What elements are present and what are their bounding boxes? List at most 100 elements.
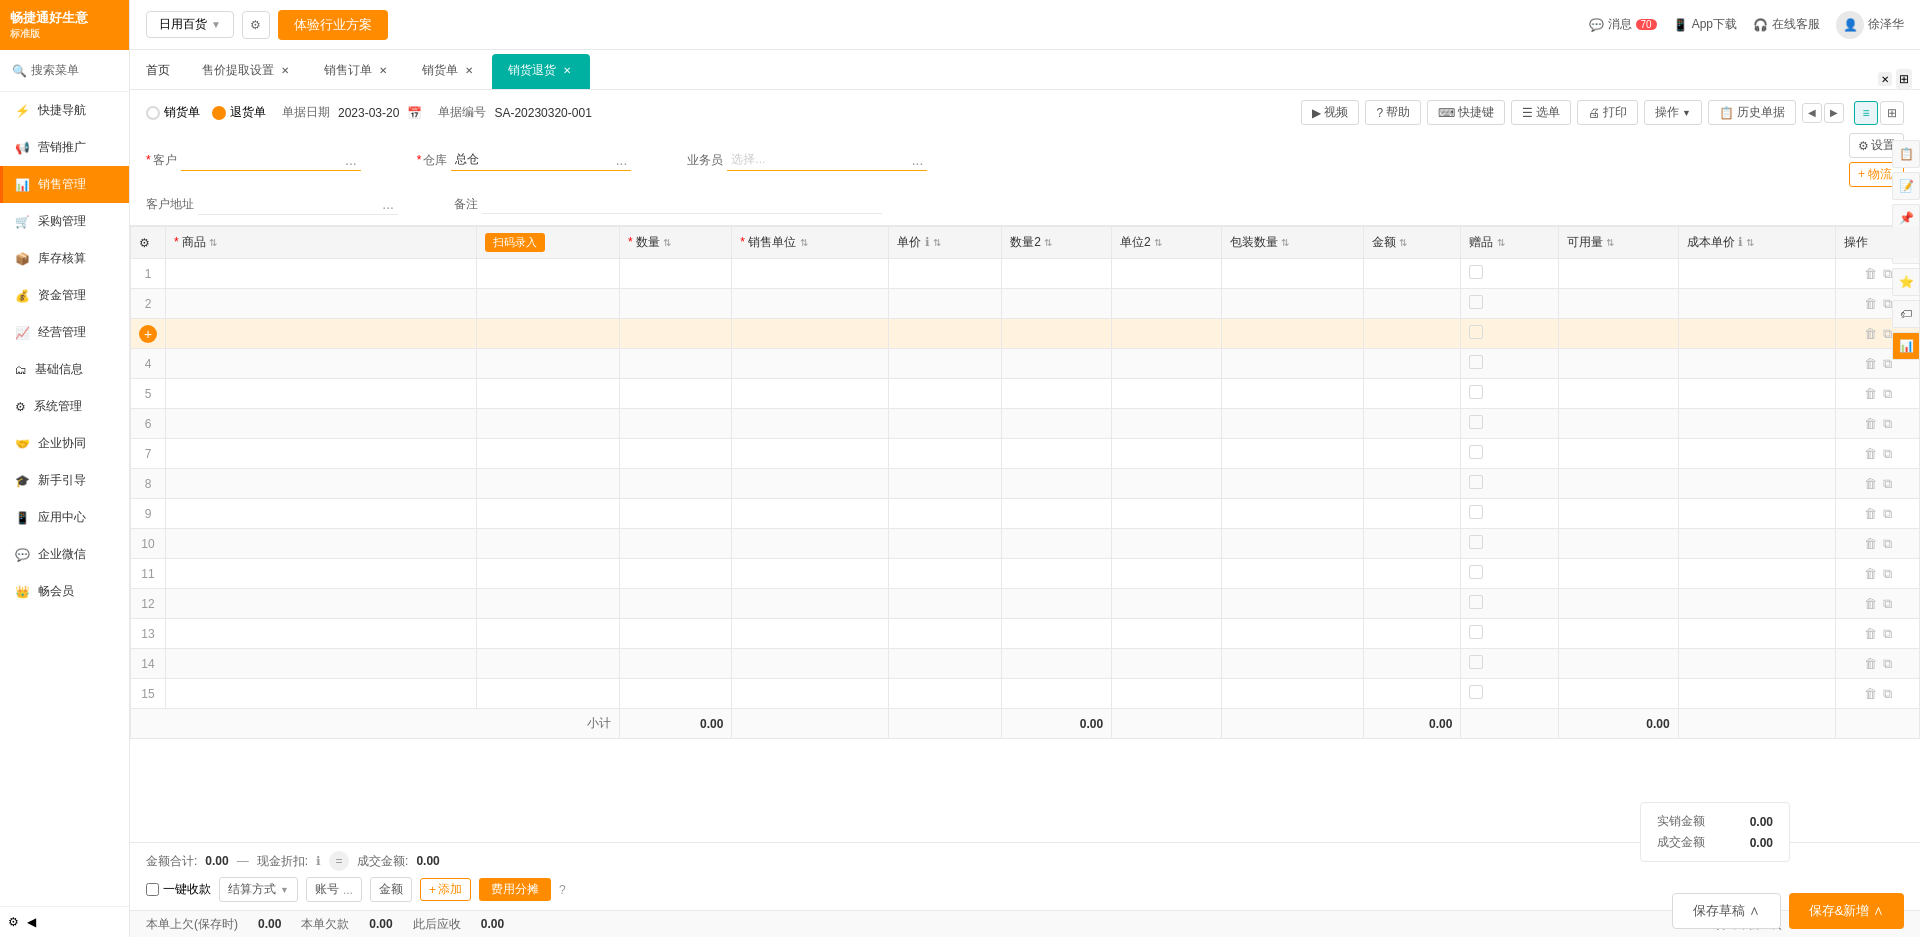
gift-checkbox[interactable] <box>1469 505 1483 519</box>
sales-unit-cell[interactable] <box>732 259 889 289</box>
radio-delivery[interactable]: 销货单 <box>146 104 200 121</box>
gift-checkbox[interactable] <box>1469 685 1483 699</box>
gift-checkbox[interactable] <box>1469 655 1483 669</box>
delete-row-icon[interactable]: 🗑 <box>1864 686 1877 702</box>
sidebar-item-enterprise[interactable]: 🤝 企业协同 <box>0 425 129 462</box>
gift-checkbox[interactable] <box>1469 535 1483 549</box>
grid-view-button[interactable]: ⊞ <box>1880 101 1904 125</box>
sort-amount-icon[interactable]: ⇅ <box>1399 237 1407 248</box>
app-download-group[interactable]: 📱 App下载 <box>1673 16 1737 33</box>
delete-row-icon[interactable]: 🗑 <box>1864 416 1877 432</box>
copy-row-icon[interactable]: ⧉ <box>1883 386 1892 402</box>
cost-price-info-icon[interactable]: ℹ <box>1738 235 1743 249</box>
rt-icon-1[interactable]: 📋 <box>1892 140 1920 168</box>
customer-address-input[interactable]: ... <box>198 193 398 215</box>
copy-row-icon[interactable]: ⧉ <box>1883 596 1892 612</box>
tab-area-close-button[interactable]: ✕ <box>1878 72 1892 86</box>
delete-row-icon[interactable]: 🗑 <box>1864 296 1877 312</box>
sidebar-item-basic[interactable]: 🗂 基础信息 <box>0 351 129 388</box>
copy-row-icon[interactable]: ⧉ <box>1883 656 1892 672</box>
add-row-icon[interactable]: + <box>139 325 157 343</box>
qty-cell[interactable] <box>620 259 732 289</box>
goods-cell[interactable] <box>166 289 477 319</box>
gift-checkbox[interactable] <box>1469 385 1483 399</box>
sidebar-item-member[interactable]: 👑 畅会员 <box>0 573 129 610</box>
sales-unit-cell[interactable] <box>732 289 889 319</box>
unit2-cell[interactable] <box>1112 259 1222 289</box>
rt-icon-7[interactable]: 📊 <box>1892 332 1920 360</box>
cost-split-button[interactable]: 费用分摊 <box>479 878 551 901</box>
qty2-cell[interactable] <box>1002 289 1112 319</box>
salesperson-input[interactable]: 选择... ... <box>727 149 927 171</box>
qty-cell-active[interactable] <box>620 319 732 349</box>
gift-checkbox[interactable] <box>1469 475 1483 489</box>
rt-icon-2[interactable]: 📝 <box>1892 172 1920 200</box>
prev-record-button[interactable]: ◀ <box>1802 103 1822 123</box>
copy-row-icon[interactable]: ⧉ <box>1883 416 1892 432</box>
gift-checkbox[interactable] <box>1469 415 1483 429</box>
list-view-button[interactable]: ≡ <box>1854 101 1878 125</box>
copy-row-icon[interactable]: ⧉ <box>1883 536 1892 552</box>
info-discount-icon[interactable]: ℹ <box>316 854 321 868</box>
qty2-cell[interactable] <box>1002 259 1112 289</box>
rt-icon-6[interactable]: 🏷 <box>1892 300 1920 328</box>
select-order-button[interactable]: ☰ 选单 <box>1511 100 1571 125</box>
gift-checkbox[interactable] <box>1469 565 1483 579</box>
sidebar-item-marketing[interactable]: 📢 营销推广 <box>0 129 129 166</box>
message-group[interactable]: 💬 消息 70 <box>1589 16 1657 33</box>
gift-checkbox-active[interactable] <box>1469 325 1483 339</box>
delete-row-icon[interactable]: 🗑 <box>1864 266 1877 282</box>
goods-cell[interactable] <box>166 259 477 289</box>
settings-gear-button[interactable]: ⚙ <box>242 11 270 39</box>
sidebar-item-wechat[interactable]: 💬 企业微信 <box>0 536 129 573</box>
copy-row-icon[interactable]: ⧉ <box>1883 566 1892 582</box>
gift-checkbox[interactable] <box>1469 355 1483 369</box>
unit-price-info-icon[interactable]: ℹ <box>925 235 930 249</box>
unit-price-cell[interactable] <box>889 289 1002 319</box>
history-button[interactable]: 📋 历史单据 <box>1708 100 1796 125</box>
add-payment-button[interactable]: + 添加 <box>420 878 471 901</box>
next-record-button[interactable]: ▶ <box>1824 103 1844 123</box>
save-draft-button[interactable]: 保存草稿 ∧ <box>1672 893 1781 929</box>
col-scan-header[interactable]: 扫码录入 <box>476 227 619 259</box>
settings-icon[interactable]: ⚙ <box>8 915 19 929</box>
tab-sales-delivery[interactable]: 销货单 ✕ <box>406 54 492 89</box>
sidebar-item-apps[interactable]: 📱 应用中心 <box>0 499 129 536</box>
tab-price-setting[interactable]: 售价提取设置 ✕ <box>186 54 308 89</box>
sales-unit-cell-active[interactable] <box>732 319 889 349</box>
cost-price-cell[interactable] <box>1678 289 1836 319</box>
delete-row-icon[interactable]: 🗑 <box>1864 656 1877 672</box>
sort-available-icon[interactable]: ⇅ <box>1606 237 1614 248</box>
tab-home[interactable]: 首页 <box>130 54 186 89</box>
delete-row-icon[interactable]: 🗑 <box>1864 476 1877 492</box>
calc-method-select[interactable]: 结算方式 ▼ <box>219 877 298 902</box>
amount-cell[interactable] <box>1364 289 1461 319</box>
sidebar-item-finance[interactable]: 💰 资金管理 <box>0 277 129 314</box>
amount-cell[interactable] <box>1364 259 1461 289</box>
sidebar-item-shortcut[interactable]: ⚡ 快捷导航 <box>0 92 129 129</box>
copy-row-icon[interactable]: ⧉ <box>1883 326 1892 342</box>
sidebar-item-operation[interactable]: 📈 经营管理 <box>0 314 129 351</box>
delete-row-icon[interactable]: 🗑 <box>1864 506 1877 522</box>
amount-cell-active[interactable] <box>1364 319 1461 349</box>
unit2-cell-active[interactable] <box>1112 319 1222 349</box>
help-button[interactable]: ? 帮助 <box>1365 100 1421 125</box>
gift-checkbox[interactable] <box>1469 295 1483 309</box>
sidebar-item-inventory[interactable]: 📦 库存核算 <box>0 240 129 277</box>
copy-row-icon[interactable]: ⧉ <box>1883 266 1892 282</box>
sort-costprice-icon[interactable]: ⇅ <box>1746 237 1754 248</box>
delete-row-icon[interactable]: 🗑 <box>1864 596 1877 612</box>
copy-row-icon[interactable]: ⧉ <box>1883 446 1892 462</box>
delete-row-icon[interactable]: 🗑 <box>1864 446 1877 462</box>
pack-qty-cell[interactable] <box>1221 259 1363 289</box>
split-help-icon[interactable]: ? <box>559 883 566 897</box>
sidebar-item-sales[interactable]: 📊 销售管理 <box>0 166 129 203</box>
gift-checkbox[interactable] <box>1469 625 1483 639</box>
sort-qty2-icon[interactable]: ⇅ <box>1044 237 1052 248</box>
online-service-group[interactable]: 🎧 在线客服 <box>1753 16 1820 33</box>
delete-row-icon[interactable]: 🗑 <box>1864 566 1877 582</box>
copy-row-icon[interactable]: ⧉ <box>1883 626 1892 642</box>
customer-input[interactable]: ... <box>181 149 361 171</box>
unit2-cell[interactable] <box>1112 289 1222 319</box>
tab-expand-button[interactable]: ⊞ <box>1896 69 1912 89</box>
